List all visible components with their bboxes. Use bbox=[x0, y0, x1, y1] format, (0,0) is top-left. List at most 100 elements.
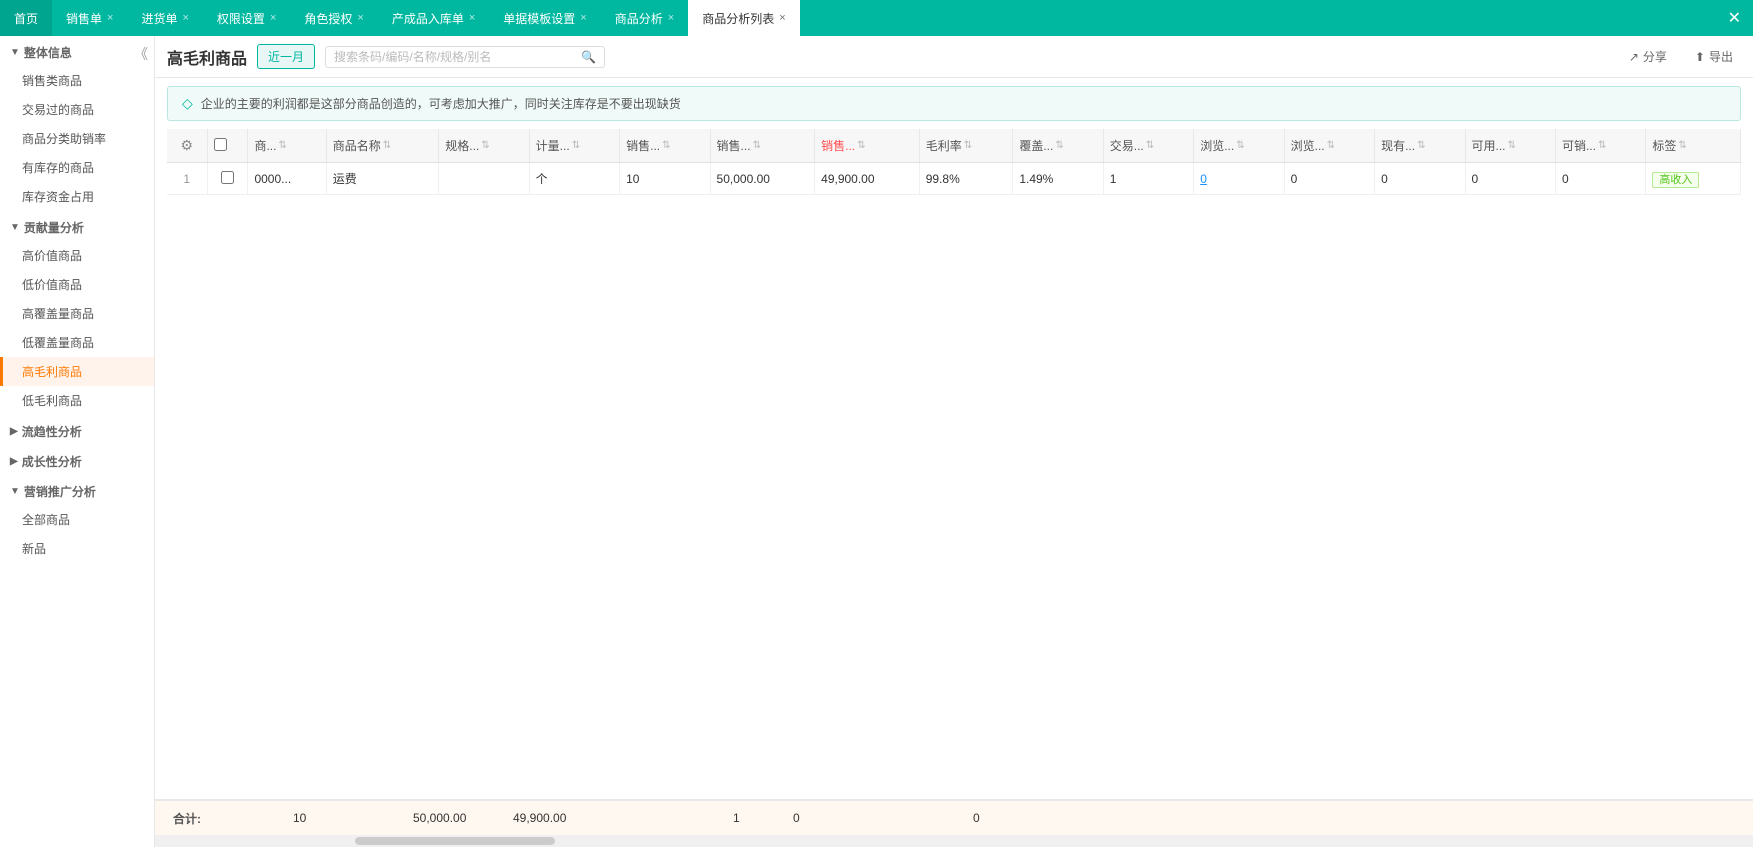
sidebar-item-traded-goods[interactable]: 交易过的商品 bbox=[0, 95, 154, 124]
row-browse2: 0 bbox=[1284, 163, 1374, 195]
gear-icon[interactable]: ⚙ bbox=[180, 137, 193, 153]
table-container: ⚙ 商... ⇅ 商品名称 bbox=[155, 129, 1753, 799]
col-transaction[interactable]: 交易... ⇅ bbox=[1103, 129, 1193, 163]
sidebar-item-high-value[interactable]: 高价值商品 bbox=[0, 241, 154, 270]
footer-browse: 0 bbox=[787, 811, 847, 825]
sidebar-item-low-value[interactable]: 低价值商品 bbox=[0, 270, 154, 299]
sidebar-item-high-coverage[interactable]: 高覆盖量商品 bbox=[0, 299, 154, 328]
col-sales-amount[interactable]: 销售... ⇅ bbox=[710, 129, 815, 163]
group-arrow-growth: ▶ bbox=[10, 456, 18, 467]
col-tag[interactable]: 标签 ⇅ bbox=[1646, 129, 1741, 163]
nav-item-goods-analysis-list[interactable]: 商品分析列表 × bbox=[688, 0, 799, 36]
footer-available: 0 bbox=[967, 811, 1027, 825]
close-purchase-tab[interactable]: × bbox=[182, 12, 188, 24]
row-checkbox-cell[interactable] bbox=[207, 163, 248, 195]
close-sales-tab[interactable]: × bbox=[107, 12, 113, 24]
group-arrow-overall: ▼ bbox=[10, 47, 20, 58]
sidebar-item-low-margin[interactable]: 低毛利商品 bbox=[0, 386, 154, 415]
sidebar-item-high-margin[interactable]: 高毛利商品 bbox=[0, 357, 154, 386]
close-permissions-tab[interactable]: × bbox=[270, 12, 276, 24]
footer-sales-amount: 50,000.00 bbox=[407, 811, 507, 825]
sidebar-item-sales-goods[interactable]: 销售类商品 bbox=[0, 66, 154, 95]
total-label: 合计: bbox=[167, 810, 287, 827]
page-title: 高毛利商品 bbox=[167, 45, 247, 69]
nav-item-sales[interactable]: 销售单 × bbox=[52, 0, 127, 36]
sidebar-collapse-btn[interactable]: 《 bbox=[134, 44, 148, 64]
col-browse1[interactable]: 浏览... ⇅ bbox=[1194, 129, 1284, 163]
col-unit[interactable]: 计量... ⇅ bbox=[529, 129, 619, 163]
share-icon: ↗ bbox=[1629, 50, 1639, 64]
sort-icon-current-stock: ⇅ bbox=[1417, 140, 1425, 151]
filter-recent-month-btn[interactable]: 近一月 bbox=[257, 44, 315, 69]
info-banner: ◇ 企业的主要的利润都是这部分商品创造的，可考虑加大推广，同时关注库存是不要出现… bbox=[167, 86, 1741, 121]
sidebar-group-contribution[interactable]: ▼ 贡献量分析 bbox=[0, 211, 154, 241]
group-arrow-marketing: ▼ bbox=[10, 486, 20, 497]
col-saleable[interactable]: 可销... ⇅ bbox=[1555, 129, 1645, 163]
main-layout: 《 ▼ 整体信息 销售类商品 交易过的商品 商品分类助销率 有库存的商品 库存资… bbox=[0, 36, 1753, 847]
close-goods-analysis-tab[interactable]: × bbox=[668, 12, 674, 24]
row-tag: 高收入 bbox=[1646, 163, 1741, 195]
info-icon: ◇ bbox=[182, 95, 193, 112]
table-row: 1 0000... 运费 个 10 50,000.00 49,900.00 99… bbox=[167, 163, 1741, 195]
nav-item-product-inbound[interactable]: 产成品入库单 × bbox=[378, 0, 489, 36]
close-all-tabs[interactable]: ✕ bbox=[1716, 8, 1753, 28]
col-checkbox bbox=[207, 129, 248, 163]
sidebar-item-low-coverage[interactable]: 低覆盖量商品 bbox=[0, 328, 154, 357]
row-sales-amount: 50,000.00 bbox=[710, 163, 815, 195]
footer-transaction: 1 bbox=[727, 811, 787, 825]
row-name: 运费 bbox=[326, 163, 438, 195]
nav-item-roles[interactable]: 角色授权 × bbox=[290, 0, 377, 36]
col-settings[interactable]: ⚙ bbox=[167, 129, 207, 163]
sort-icon-sales-qty: ⇅ bbox=[662, 140, 670, 151]
scrollbar-thumb[interactable] bbox=[355, 837, 555, 845]
nav-item-goods-analysis[interactable]: 商品分析 × bbox=[601, 0, 688, 36]
sort-icon-sales-profit: ⇅ bbox=[857, 140, 865, 151]
footer-total: 合计: 10 50,000.00 49,900.00 1 0 0 bbox=[155, 799, 1753, 835]
col-sales-qty[interactable]: 销售... ⇅ bbox=[620, 129, 710, 163]
close-goods-analysis-list-tab[interactable]: × bbox=[779, 12, 785, 24]
row-code: 0000... bbox=[248, 163, 326, 195]
row-unit: 个 bbox=[529, 163, 619, 195]
col-coverage[interactable]: 覆盖... ⇅ bbox=[1013, 129, 1103, 163]
nav-item-permissions[interactable]: 权限设置 × bbox=[203, 0, 290, 36]
sidebar-item-stock-capital[interactable]: 库存资金占用 bbox=[0, 182, 154, 211]
share-btn[interactable]: ↗ 分享 bbox=[1621, 45, 1675, 68]
sidebar-group-flow[interactable]: ▶ 流趋性分析 bbox=[0, 415, 154, 445]
search-box: 🔍 bbox=[325, 46, 605, 68]
sort-icon-transaction: ⇅ bbox=[1146, 140, 1154, 151]
sidebar-item-all-goods[interactable]: 全部商品 bbox=[0, 505, 154, 534]
row-checkbox[interactable] bbox=[221, 171, 234, 184]
row-gross-margin: 99.8% bbox=[919, 163, 1013, 195]
close-roles-tab[interactable]: × bbox=[357, 12, 363, 24]
row-saleable: 0 bbox=[1555, 163, 1645, 195]
row-browse1[interactable]: 0 bbox=[1194, 163, 1284, 195]
close-product-inbound-tab[interactable]: × bbox=[469, 12, 475, 24]
sidebar-group-growth[interactable]: ▶ 成长性分析 bbox=[0, 445, 154, 475]
col-name[interactable]: 商品名称 ⇅ bbox=[326, 129, 438, 163]
col-browse2[interactable]: 浏览... ⇅ bbox=[1284, 129, 1374, 163]
col-sales-profit[interactable]: 销售... ⇅ bbox=[815, 129, 920, 163]
goods-table: ⚙ 商... ⇅ 商品名称 bbox=[167, 129, 1741, 195]
sidebar-item-category-rate[interactable]: 商品分类助销率 bbox=[0, 124, 154, 153]
search-icon[interactable]: 🔍 bbox=[581, 50, 596, 64]
col-code[interactable]: 商... ⇅ bbox=[248, 129, 326, 163]
bottom-scrollbar[interactable] bbox=[155, 835, 1753, 847]
sidebar-group-overall[interactable]: ▼ 整体信息 bbox=[0, 36, 154, 66]
sidebar-group-marketing[interactable]: ▼ 营销推广分析 bbox=[0, 475, 154, 505]
select-all-checkbox[interactable] bbox=[214, 138, 227, 151]
search-input[interactable] bbox=[334, 50, 581, 64]
nav-item-template[interactable]: 单据模板设置 × bbox=[489, 0, 600, 36]
sidebar-item-in-stock[interactable]: 有库存的商品 bbox=[0, 153, 154, 182]
sidebar-item-new-goods[interactable]: 新品 bbox=[0, 534, 154, 563]
sort-icon-tag: ⇅ bbox=[1678, 140, 1686, 151]
export-btn[interactable]: ⬆ 导出 bbox=[1687, 45, 1741, 68]
col-gross-margin[interactable]: 毛利率 ⇅ bbox=[919, 129, 1013, 163]
nav-item-purchase[interactable]: 进货单 × bbox=[127, 0, 202, 36]
row-num: 1 bbox=[167, 163, 207, 195]
col-spec[interactable]: 规格... ⇅ bbox=[439, 129, 529, 163]
col-available[interactable]: 可用... ⇅ bbox=[1465, 129, 1555, 163]
nav-item-home[interactable]: 首页 bbox=[0, 0, 52, 36]
col-current-stock[interactable]: 现有... ⇅ bbox=[1375, 129, 1465, 163]
row-coverage: 1.49% bbox=[1013, 163, 1103, 195]
close-template-tab[interactable]: × bbox=[580, 12, 586, 24]
